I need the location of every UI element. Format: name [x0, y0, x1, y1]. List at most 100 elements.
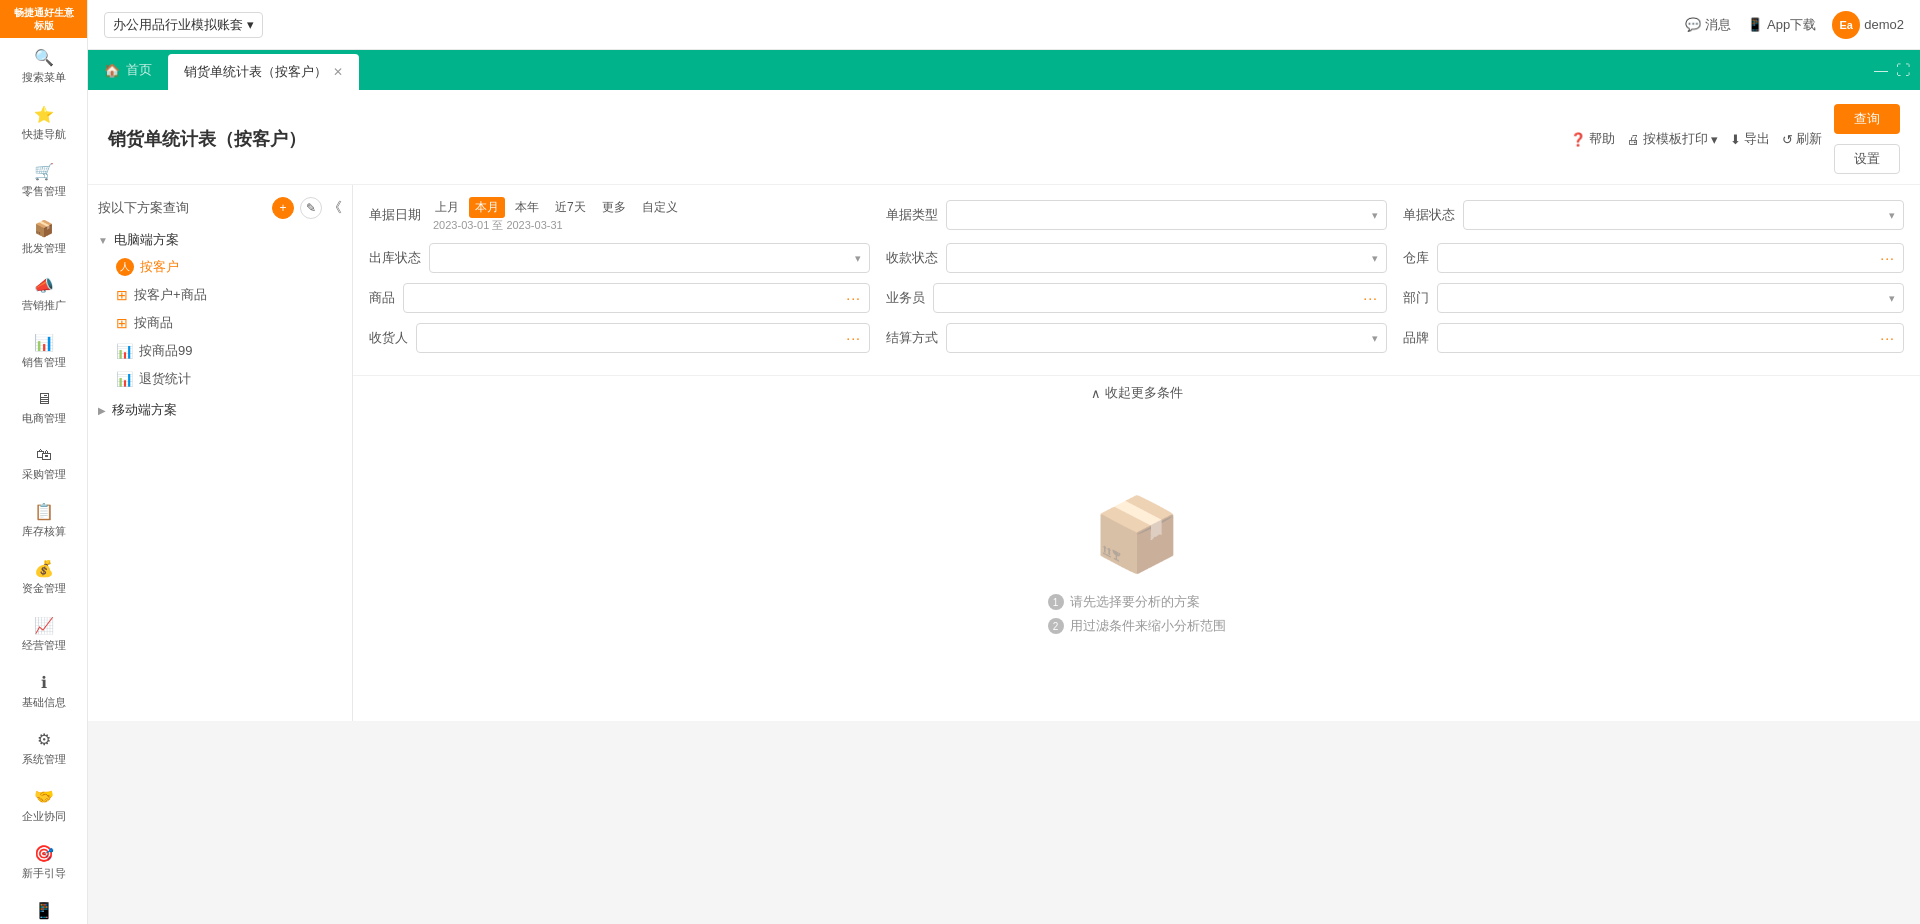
sidebar-item-newbie[interactable]: 🎯新手引导	[0, 834, 87, 891]
scheme-item-by-customer-product[interactable]: ⊞ 按客户+商品	[98, 281, 342, 309]
app-download-button[interactable]: 📱 App下载	[1747, 16, 1816, 34]
date-tab-last-month[interactable]: 上月	[429, 197, 465, 218]
logo-subtext: 标版	[34, 19, 54, 32]
scheme-group-desktop-header[interactable]: ▼ 电脑端方案	[98, 227, 342, 253]
tip-num-2: 2	[1048, 618, 1064, 634]
template-print-button[interactable]: 🖨 按模板打印 ▾	[1627, 130, 1718, 148]
filter-row-2: 出库状态 ▾ 收款状态 ▾	[369, 243, 1904, 273]
date-tab-7-days[interactable]: 近7天	[549, 197, 592, 218]
sidebar-icon-finance: 💰	[34, 559, 54, 578]
empty-tip-1-text: 请先选择要分析的方案	[1070, 593, 1200, 611]
chevron-up-icon: ∧	[1091, 386, 1101, 401]
grid-icon: ⊞	[116, 315, 128, 331]
collapse-more-button[interactable]: ∧ 收起更多条件	[353, 375, 1920, 410]
sidebar-item-cooperation[interactable]: 🤝企业协同	[0, 777, 87, 834]
scheme-header: 按以下方案查询 + ✎ 《	[98, 197, 342, 219]
scheme-item-by-customer[interactable]: 人 按客户	[98, 253, 342, 281]
sidebar-item-app-center[interactable]: 📱应用中心	[0, 891, 87, 924]
tab-close-icon[interactable]: ✕	[333, 65, 343, 79]
payment-status-control[interactable]: ▾	[946, 243, 1387, 273]
chart-icon: 📊	[116, 343, 133, 359]
account-selector[interactable]: 办公用品行业模拟账套 ▾	[104, 12, 263, 38]
sidebar-item-marketing[interactable]: 📣营销推广	[0, 266, 87, 323]
tab-home[interactable]: 🏠 首页	[88, 50, 168, 90]
dots-icon: ···	[1880, 330, 1895, 346]
user-label: demo2	[1864, 17, 1904, 32]
recipient-control[interactable]: ···	[416, 323, 870, 353]
dots-icon: ···	[846, 290, 861, 306]
date-tab-custom[interactable]: 自定义	[636, 197, 684, 218]
settlement-method-label: 结算方式	[886, 329, 938, 347]
sidebar-icon-newbie: 🎯	[34, 844, 54, 863]
payment-status-label: 收款状态	[886, 249, 938, 267]
date-tab-this-month[interactable]: 本月	[469, 197, 505, 218]
tab-sales-report[interactable]: 销货单统计表（按客户） ✕	[168, 54, 359, 90]
empty-tip-2-text: 用过滤条件来缩小分析范围	[1070, 617, 1226, 635]
doc-status-control[interactable]: ▾	[1463, 200, 1904, 230]
refresh-button[interactable]: ↺ 刷新	[1782, 130, 1822, 148]
settlement-method-control[interactable]: ▾	[946, 323, 1387, 353]
scheme-item-by-product-99-label: 按商品99	[139, 342, 192, 360]
doc-type-control[interactable]: ▾	[946, 200, 1387, 230]
setting-button[interactable]: 设置	[1834, 144, 1900, 174]
refresh-icon: ↺	[1782, 132, 1793, 147]
logo-text: 畅捷通好生意	[14, 6, 74, 19]
export-button[interactable]: ⬇ 导出	[1730, 130, 1770, 148]
sidebar-icon-system: ⚙	[37, 730, 51, 749]
chevron-down-icon: ▾	[1889, 292, 1895, 305]
account-selector-label: 办公用品行业模拟账套	[113, 16, 243, 34]
chevron-down-icon: ▼	[98, 235, 108, 246]
message-button[interactable]: 💬 消息	[1685, 16, 1731, 34]
scheme-group-mobile-header[interactable]: ▶ 移动端方案	[98, 397, 342, 423]
sidebar-item-basics[interactable]: ℹ基础信息	[0, 663, 87, 720]
sidebar-item-search[interactable]: 🔍搜索菜单	[0, 38, 87, 95]
brand-control[interactable]: ···	[1437, 323, 1904, 353]
filter-field-salesperson: 业务员 ···	[886, 283, 1387, 313]
maximize-icon[interactable]: ⛶	[1896, 62, 1910, 78]
user-menu[interactable]: Ea demo2	[1832, 11, 1904, 39]
sidebar-item-wholesale[interactable]: 📦批发管理	[0, 209, 87, 266]
topbar-right: 💬 消息 📱 App下载 Ea demo2	[1685, 11, 1904, 39]
sidebar-item-finance[interactable]: 💰 资金管理	[0, 549, 87, 606]
page: 销货单统计表（按客户） ❓ 帮助 🖨 按模板打印 ▾ ⬇ 导出	[88, 90, 1920, 924]
print-icon: 🖨	[1627, 132, 1640, 147]
salesperson-control[interactable]: ···	[933, 283, 1387, 313]
department-control[interactable]: ▾	[1437, 283, 1904, 313]
sidebar-item-sales[interactable]: 📊销售管理	[0, 323, 87, 380]
date-tabs: 上月 本月 本年 近7天 更多 自定义	[429, 197, 684, 218]
warehouse-control[interactable]: ···	[1437, 243, 1904, 273]
minimize-icon[interactable]: —	[1874, 62, 1888, 78]
dots-icon: ···	[846, 330, 861, 346]
doc-status-label: 单据状态	[1403, 206, 1455, 224]
sidebar-item-retail[interactable]: 🛒零售管理	[0, 152, 87, 209]
sidebar-item-label-inventory: 库存核算	[22, 524, 66, 539]
sidebar-item-label-retail: 零售管理	[22, 184, 66, 199]
sidebar-item-quick-nav[interactable]: ⭐快捷导航	[0, 95, 87, 152]
add-scheme-button[interactable]: +	[272, 197, 294, 219]
sidebar-item-operations[interactable]: 📈经营管理	[0, 606, 87, 663]
sidebar-icon-cooperation: 🤝	[34, 787, 54, 806]
date-tab-this-year[interactable]: 本年	[509, 197, 545, 218]
collapse-scheme-button[interactable]: 《	[328, 199, 342, 217]
date-control: 上月 本月 本年 近7天 更多 自定义 2023-03-01 至	[429, 197, 870, 233]
sidebar-item-system[interactable]: ⚙系统管理	[0, 720, 87, 777]
date-filter: 上月 本月 本年 近7天 更多 自定义	[429, 197, 870, 218]
scheme-item-by-product-99[interactable]: 📊 按商品99	[98, 337, 342, 365]
app-logo: 畅捷通好生意 标版	[0, 0, 87, 38]
date-tab-more[interactable]: 更多	[596, 197, 632, 218]
sidebar-item-label-finance: 资金管理	[22, 581, 66, 596]
filter-field-date: 单据日期 上月 本月 本年 近7天 更多	[369, 197, 870, 233]
sidebar-item-label-operations: 经营管理	[22, 638, 66, 653]
sidebar-item-ecommerce[interactable]: 🖥电商管理	[0, 380, 87, 436]
sidebar-item-label-sales: 销售管理	[22, 355, 66, 370]
scheme-item-by-customer-product-label: 按客户+商品	[134, 286, 207, 304]
sidebar-item-purchase[interactable]: 🛍采购管理	[0, 436, 87, 492]
query-button[interactable]: 查询	[1834, 104, 1900, 134]
product-control[interactable]: ···	[403, 283, 870, 313]
outbound-status-control[interactable]: ▾	[429, 243, 870, 273]
edit-scheme-button[interactable]: ✎	[300, 197, 322, 219]
scheme-item-by-product[interactable]: ⊞ 按商品	[98, 309, 342, 337]
scheme-item-return-stats[interactable]: 📊 退货统计	[98, 365, 342, 393]
sidebar-item-inventory[interactable]: 📋库存核算	[0, 492, 87, 549]
help-button[interactable]: ❓ 帮助	[1570, 130, 1615, 148]
